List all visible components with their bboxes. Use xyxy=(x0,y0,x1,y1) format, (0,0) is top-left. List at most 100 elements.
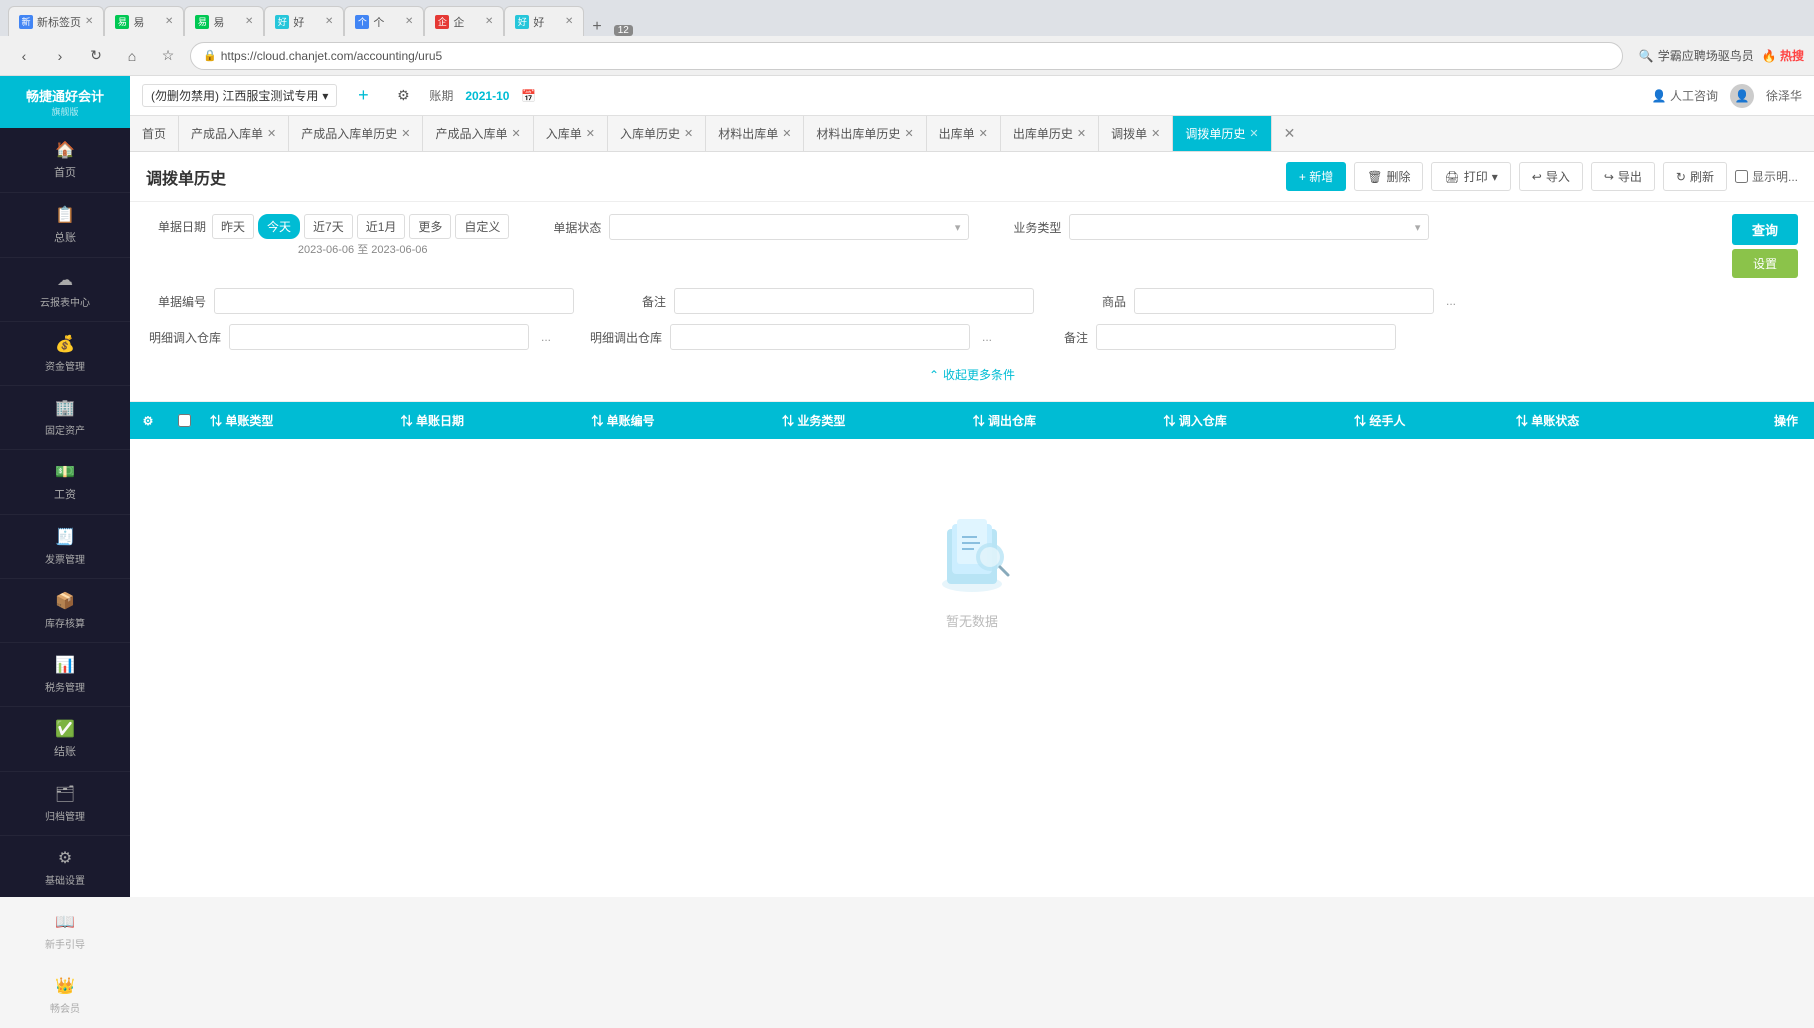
sidebar-item-report[interactable]: ☁ 云报表中心 xyxy=(0,258,130,322)
doc-number-input[interactable] xyxy=(214,288,574,314)
page-tab-transfer-hist-close[interactable]: ✕ xyxy=(1249,127,1258,140)
sidebar-item-tax[interactable]: 📊 税务管理 xyxy=(0,643,130,707)
sidebar-item-home[interactable]: 🏠 首页 xyxy=(0,128,130,193)
browser-tab-3[interactable]: 易 易 ✕ xyxy=(184,6,264,36)
add-company-button[interactable]: + xyxy=(349,82,377,110)
page-tab-prod-in[interactable]: 产成品入库单 ✕ xyxy=(179,116,289,152)
sidebar-item-member[interactable]: 👑 畅会员 xyxy=(0,964,130,1028)
page-tab-prod-in-hist-close[interactable]: ✕ xyxy=(401,127,410,140)
print-dropdown-icon[interactable]: ▾ xyxy=(1492,170,1498,184)
page-tab-mat-out-close[interactable]: ✕ xyxy=(782,127,791,140)
page-tab-mat-out[interactable]: 材料出库单 ✕ xyxy=(706,116,804,152)
show-all-checkbox[interactable] xyxy=(1735,170,1748,183)
date-1month-btn[interactable]: 近1月 xyxy=(357,214,406,239)
export-button[interactable]: ↪ 导出 xyxy=(1591,162,1655,191)
goods-input[interactable] xyxy=(1134,288,1434,314)
collapse-filter-button[interactable]: ⌃ 收起更多条件 xyxy=(146,360,1798,389)
sidebar-item-close[interactable]: ✅ 结账 xyxy=(0,707,130,772)
detail-in-more-button[interactable]: ... xyxy=(537,330,555,344)
remark2-input[interactable] xyxy=(1096,324,1396,350)
home-button[interactable]: ⌂ xyxy=(118,42,146,70)
page-tab-transfer-hist[interactable]: 调拨单历史 ✕ xyxy=(1173,116,1271,152)
page-tab-mat-out-hist[interactable]: 材料出库单历史 ✕ xyxy=(804,116,926,152)
page-tab-transfer-close[interactable]: ✕ xyxy=(1151,127,1160,140)
user-avatar[interactable]: 👤 xyxy=(1730,84,1754,108)
th-settings[interactable]: ⚙ xyxy=(130,402,166,439)
th-date[interactable]: ⇅ 单账日期 xyxy=(393,402,584,439)
th-handler[interactable]: ⇅ 经手人 xyxy=(1346,402,1508,439)
date-today-btn[interactable]: 今天 xyxy=(258,214,300,239)
page-tab-in-hist-close[interactable]: ✕ xyxy=(684,127,693,140)
page-tab-mat-out-hist-close[interactable]: ✕ xyxy=(904,127,913,140)
page-tab-home[interactable]: 首页 xyxy=(130,116,179,152)
browser-tab-5[interactable]: 个 个 ✕ xyxy=(344,6,424,36)
detail-out-input[interactable] xyxy=(670,324,970,350)
delete-button[interactable]: 🗑 删除 xyxy=(1354,162,1423,191)
page-tab-out-hist[interactable]: 出库单历史 ✕ xyxy=(1001,116,1099,152)
page-tab-out[interactable]: 出库单 ✕ xyxy=(927,116,1001,152)
sidebar-item-wage[interactable]: 💵 工资 xyxy=(0,450,130,515)
page-tab-in-close[interactable]: ✕ xyxy=(586,127,595,140)
browser-tab-2[interactable]: 易 易 ✕ xyxy=(104,6,184,36)
sidebar-item-guide[interactable]: 📖 新手引导 xyxy=(0,900,130,964)
page-tab-prod-in2[interactable]: 产成品入库单 ✕ xyxy=(423,116,533,152)
bookmark-button[interactable]: ☆ xyxy=(154,42,182,70)
sidebar-item-inventory[interactable]: 📦 库存核算 xyxy=(0,579,130,643)
date-more-btn[interactable]: 更多 xyxy=(409,214,451,239)
remark-input[interactable] xyxy=(674,288,1034,314)
refresh-button[interactable]: ↻ 刷新 xyxy=(1663,162,1727,191)
browser-tab-1[interactable]: 新 新标签页 ✕ xyxy=(8,6,104,36)
sidebar-item-archive[interactable]: 🗂 归档管理 xyxy=(0,772,130,836)
page-tab-prod-in-hist[interactable]: 产成品入库单历史 ✕ xyxy=(289,116,423,152)
new-tab-btn[interactable]: + xyxy=(584,18,609,36)
browser-tab-7[interactable]: 好 好 ✕ xyxy=(504,6,584,36)
page-tab-in-hist[interactable]: 入库单历史 ✕ xyxy=(608,116,706,152)
th-checkbox[interactable] xyxy=(166,402,202,439)
show-all-checkbox-label[interactable]: 显示明... xyxy=(1735,168,1798,185)
sidebar-item-ledger[interactable]: 📋 总账 xyxy=(0,193,130,258)
browser-tab-6[interactable]: 企 企 ✕ xyxy=(424,6,504,36)
page-tab-prod-in-close[interactable]: ✕ xyxy=(267,127,276,140)
th-out-warehouse[interactable]: ⇅ 调出仓库 xyxy=(965,402,1156,439)
th-type[interactable]: ⇅ 单账类型 xyxy=(202,402,393,439)
goods-more-button[interactable]: ... xyxy=(1442,294,1460,308)
query-button[interactable]: 查询 xyxy=(1732,214,1798,245)
calendar-icon[interactable]: 📅 xyxy=(521,89,536,103)
th-in-warehouse[interactable]: ⇅ 调入仓库 xyxy=(1155,402,1346,439)
biz-type-select[interactable]: ▾ xyxy=(1069,214,1429,240)
th-status[interactable]: ⇅ 单账状态 xyxy=(1508,402,1699,439)
page-tab-in[interactable]: 入库单 ✕ xyxy=(534,116,608,152)
import-button[interactable]: ↩ 导入 xyxy=(1519,162,1583,191)
back-button[interactable]: ‹ xyxy=(10,42,38,70)
print-button[interactable]: 🖨 打印 ▾ xyxy=(1431,162,1510,191)
refresh-button[interactable]: ↻ xyxy=(82,42,110,70)
close-all-tabs-button[interactable]: ✕ xyxy=(1276,125,1304,142)
th-number[interactable]: ⇅ 单账编号 xyxy=(583,402,774,439)
company-settings-button[interactable]: ⚙ xyxy=(389,82,417,110)
page-tab-out-hist-close[interactable]: ✕ xyxy=(1077,127,1086,140)
status-select[interactable]: ▾ xyxy=(609,214,969,240)
page-tab-transfer[interactable]: 调拨单 ✕ xyxy=(1099,116,1173,152)
page-tab-out-close[interactable]: ✕ xyxy=(979,127,988,140)
th-biz-type[interactable]: ⇅ 业务类型 xyxy=(774,402,965,439)
date-yesterday-btn[interactable]: 昨天 xyxy=(212,214,254,239)
date-custom-btn[interactable]: 自定义 xyxy=(455,214,509,239)
add-button[interactable]: + 新增 xyxy=(1286,162,1346,191)
browser-tab-4[interactable]: 好 好 ✕ xyxy=(264,6,344,36)
sidebar-item-assets[interactable]: 🏢 固定资产 xyxy=(0,386,130,450)
hot-label: 🔥 热搜 xyxy=(1762,47,1804,64)
address-bar[interactable]: 🔒 https://cloud.chanjet.com/accounting/u… xyxy=(190,42,1623,70)
company-selector[interactable]: (勿删勿禁用) 江西服宝测试专用 ▾ xyxy=(142,84,337,107)
user-service[interactable]: 👤 人工咨询 xyxy=(1652,87,1718,104)
sidebar-item-fund[interactable]: 💰 资金管理 xyxy=(0,322,130,386)
sidebar-item-invoice[interactable]: 🧾 发票管理 xyxy=(0,515,130,579)
settings-button[interactable]: 设置 xyxy=(1732,249,1798,278)
select-all-checkbox[interactable] xyxy=(178,414,191,427)
detail-out-more-button[interactable]: ... xyxy=(978,330,996,344)
detail-in-input[interactable] xyxy=(229,324,529,350)
sidebar-item-settings[interactable]: ⚙ 基础设置 xyxy=(0,836,130,900)
status-dropdown-icon: ▾ xyxy=(955,221,961,234)
forward-button[interactable]: › xyxy=(46,42,74,70)
page-tab-prod-in2-close[interactable]: ✕ xyxy=(512,127,521,140)
date-7days-btn[interactable]: 近7天 xyxy=(304,214,353,239)
